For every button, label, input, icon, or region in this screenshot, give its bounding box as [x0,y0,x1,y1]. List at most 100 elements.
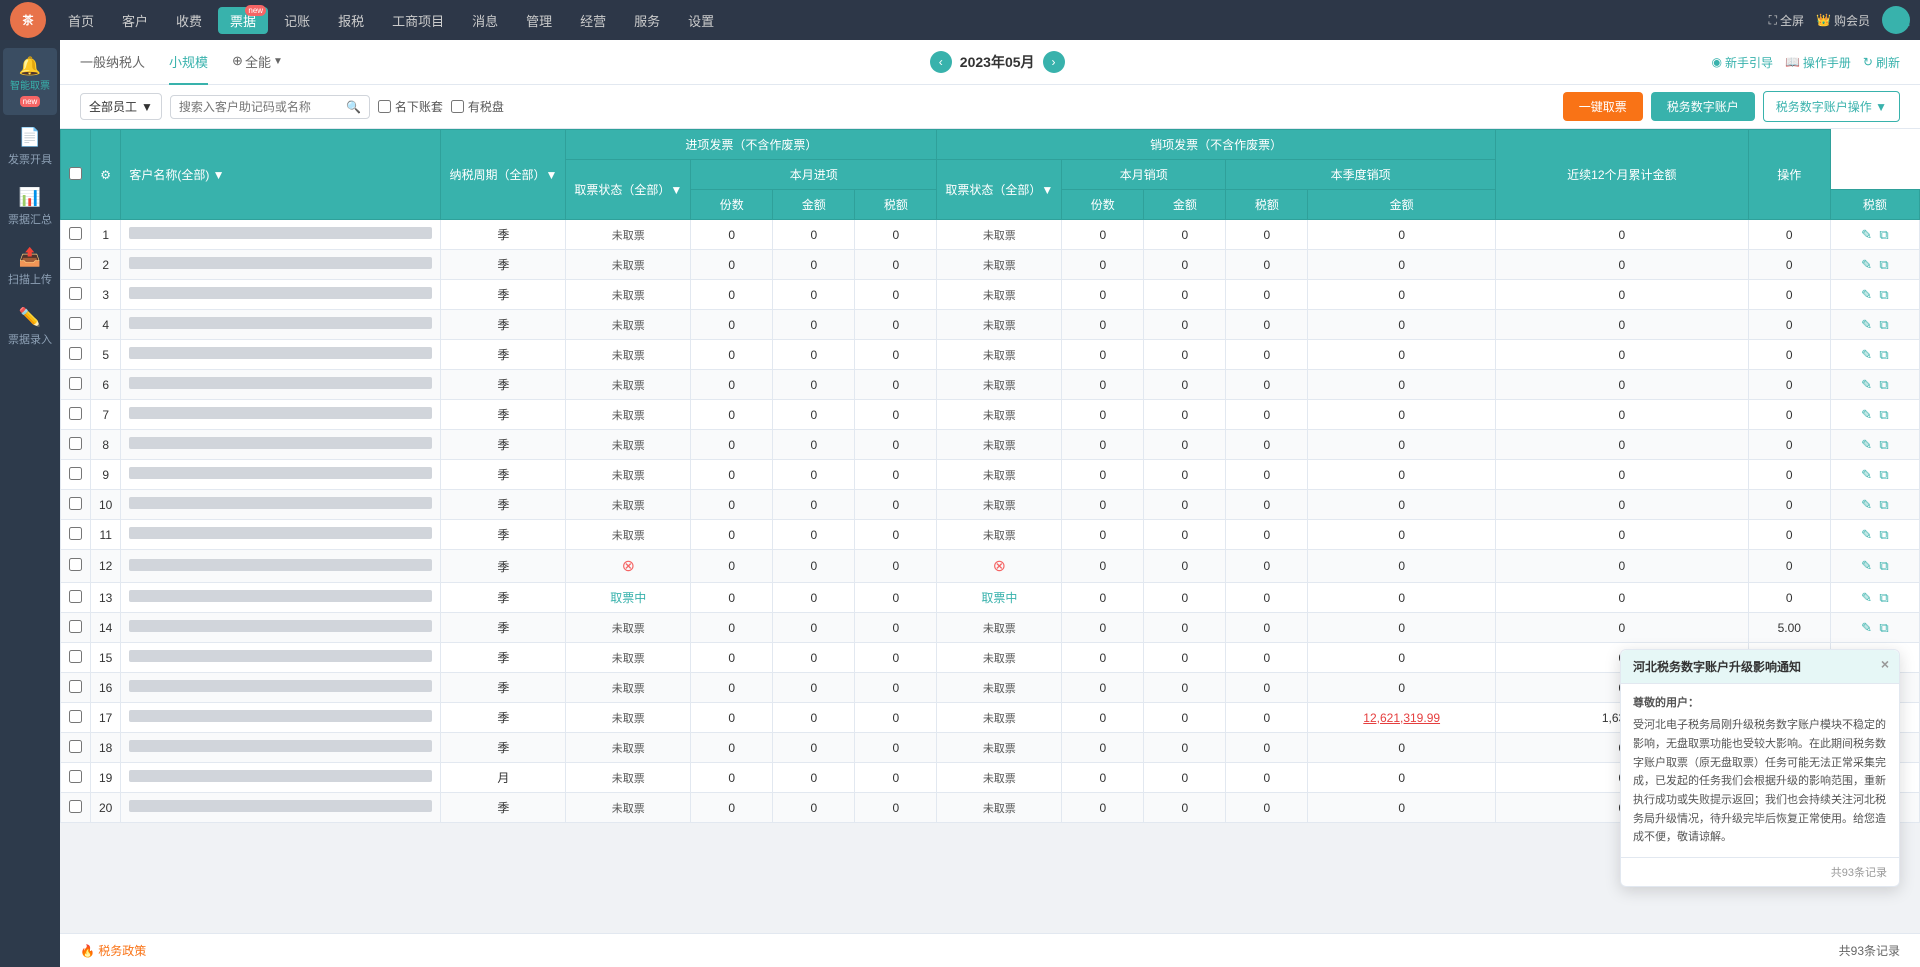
tab-general[interactable]: 一般纳税人 [80,40,145,85]
row-checkbox[interactable] [69,257,82,270]
copy-button[interactable]: ⧉ [1879,620,1888,635]
edit-button[interactable]: ✎ [1861,558,1872,573]
copy-button[interactable]: ⧉ [1879,287,1888,302]
nav-business[interactable]: 工商项目 [380,7,456,34]
row-checkbox[interactable] [69,227,82,240]
row-checkbox[interactable] [69,407,82,420]
row-checkbox[interactable] [69,740,82,753]
next-month-button[interactable]: › [1043,51,1065,73]
copy-button[interactable]: ⧉ [1879,347,1888,362]
table-row: 9 季 未取票 0 0 0 未取票 0 0 0 0 0 0 ✎ ⧉ [61,460,1920,490]
employee-filter[interactable]: 全部员工 ▼ [80,93,162,120]
copy-button[interactable]: ⧉ [1879,497,1888,512]
sidebar-item-smart-ticket[interactable]: 🔔 智能取票 new [3,48,57,115]
edit-button[interactable]: ✎ [1861,377,1872,392]
popup-close-button[interactable]: × [1881,656,1889,672]
edit-button[interactable]: ✎ [1861,497,1872,512]
select-all-checkbox[interactable] [69,167,82,180]
copy-button[interactable]: ⧉ [1879,558,1888,573]
copy-button[interactable]: ⧉ [1879,227,1888,242]
checkbox-sub-account[interactable]: 名下账套 [378,98,443,115]
edit-button[interactable]: ✎ [1861,257,1872,272]
dropdown-icon: ▼ [141,100,153,114]
row-checkbox[interactable] [69,287,82,300]
nav-ticket[interactable]: 票据 new [218,7,268,34]
row-checkbox[interactable] [69,710,82,723]
in-count-cell: 0 [691,583,773,613]
row-checkbox[interactable] [69,770,82,783]
sidebar: 🔔 智能取票 new 📄 发票开具 📊 票据汇总 📤 扫描上传 ✏️ 票据录入 [0,40,60,967]
row-checkbox[interactable] [69,347,82,360]
tax-disk-checkbox[interactable] [451,100,464,113]
one-click-fetch-button[interactable]: 一键取票 [1563,92,1643,121]
avatar[interactable]: tEa [1882,6,1910,34]
nav-home[interactable]: 首页 [56,7,106,34]
copy-button[interactable]: ⧉ [1879,377,1888,392]
edit-button[interactable]: ✎ [1861,227,1872,242]
nav-tax[interactable]: 报税 [326,7,376,34]
client-name-cell [121,583,441,613]
copy-button[interactable]: ⧉ [1879,527,1888,542]
edit-button[interactable]: ✎ [1861,287,1872,302]
row-checkbox[interactable] [69,497,82,510]
edit-button[interactable]: ✎ [1861,347,1872,362]
copy-button[interactable]: ⧉ [1879,317,1888,332]
digital-account-ops-button[interactable]: 税务数字账户操作 ▼ [1763,91,1900,122]
edit-button[interactable]: ✎ [1861,467,1872,482]
row-checkbox[interactable] [69,317,82,330]
row-checkbox[interactable] [69,680,82,693]
in-count-cell: 0 [691,280,773,310]
prev-month-button[interactable]: ‹ [930,51,952,73]
vip-button[interactable]: 👑 购会员 [1816,12,1870,29]
edit-button[interactable]: ✎ [1861,620,1872,635]
fullscreen-button[interactable]: ⛶ 全屏 [1769,12,1804,29]
edit-button[interactable]: ✎ [1861,590,1872,605]
client-name-blurred [129,680,432,692]
row-checkbox[interactable] [69,437,82,450]
tab-all[interactable]: ⊕ 全能 ▼ [232,40,283,85]
period-cell: 季 [441,430,566,460]
manual-link[interactable]: 📖 操作手册 [1785,54,1851,71]
sidebar-item-invoice[interactable]: 📄 发票开具 [3,119,57,175]
search-input[interactable] [179,100,342,114]
row-checkbox[interactable] [69,590,82,603]
row-checkbox[interactable] [69,620,82,633]
refresh-link[interactable]: ↻ 刷新 [1863,54,1900,71]
q-amount-cell: 0 [1308,250,1496,280]
tab-small[interactable]: 小规模 [169,40,208,85]
nav-fee[interactable]: 收费 [164,7,214,34]
nav-message[interactable]: 消息 [460,7,510,34]
edit-button[interactable]: ✎ [1861,317,1872,332]
row-checkbox[interactable] [69,527,82,540]
edit-button[interactable]: ✎ [1861,527,1872,542]
copy-button[interactable]: ⧉ [1879,407,1888,422]
tax-policy-link[interactable]: 🔥 税务政策 [80,942,146,959]
new-guide-link[interactable]: ◉ 新手引导 [1711,54,1773,71]
sidebar-item-scan[interactable]: 📤 扫描上传 [3,239,57,295]
edit-button[interactable]: ✎ [1861,437,1872,452]
nav-manage[interactable]: 管理 [514,7,564,34]
sidebar-item-entry[interactable]: ✏️ 票据录入 [3,299,57,355]
copy-button[interactable]: ⧉ [1879,467,1888,482]
checkbox-tax-disk[interactable]: 有税盘 [451,98,504,115]
nav-settings[interactable]: 设置 [676,7,726,34]
row-checkbox[interactable] [69,558,82,571]
edit-button[interactable]: ✎ [1861,407,1872,422]
nav-client[interactable]: 客户 [110,7,160,34]
out-status-cell: 未取票 [937,703,1062,733]
row-index: 6 [91,370,121,400]
nav-service[interactable]: 服务 [622,7,672,34]
nav-operation[interactable]: 经营 [568,7,618,34]
digital-account-button[interactable]: 税务数字账户 [1651,92,1755,121]
row-checkbox[interactable] [69,467,82,480]
in-amount-cell: 0 [773,643,855,673]
sidebar-item-summary[interactable]: 📊 票据汇总 [3,179,57,235]
nav-account[interactable]: 记账 [272,7,322,34]
copy-button[interactable]: ⧉ [1879,590,1888,605]
row-checkbox[interactable] [69,377,82,390]
copy-button[interactable]: ⧉ [1879,257,1888,272]
row-checkbox[interactable] [69,650,82,663]
copy-button[interactable]: ⧉ [1879,437,1888,452]
row-checkbox[interactable] [69,800,82,813]
sub-account-checkbox[interactable] [378,100,391,113]
